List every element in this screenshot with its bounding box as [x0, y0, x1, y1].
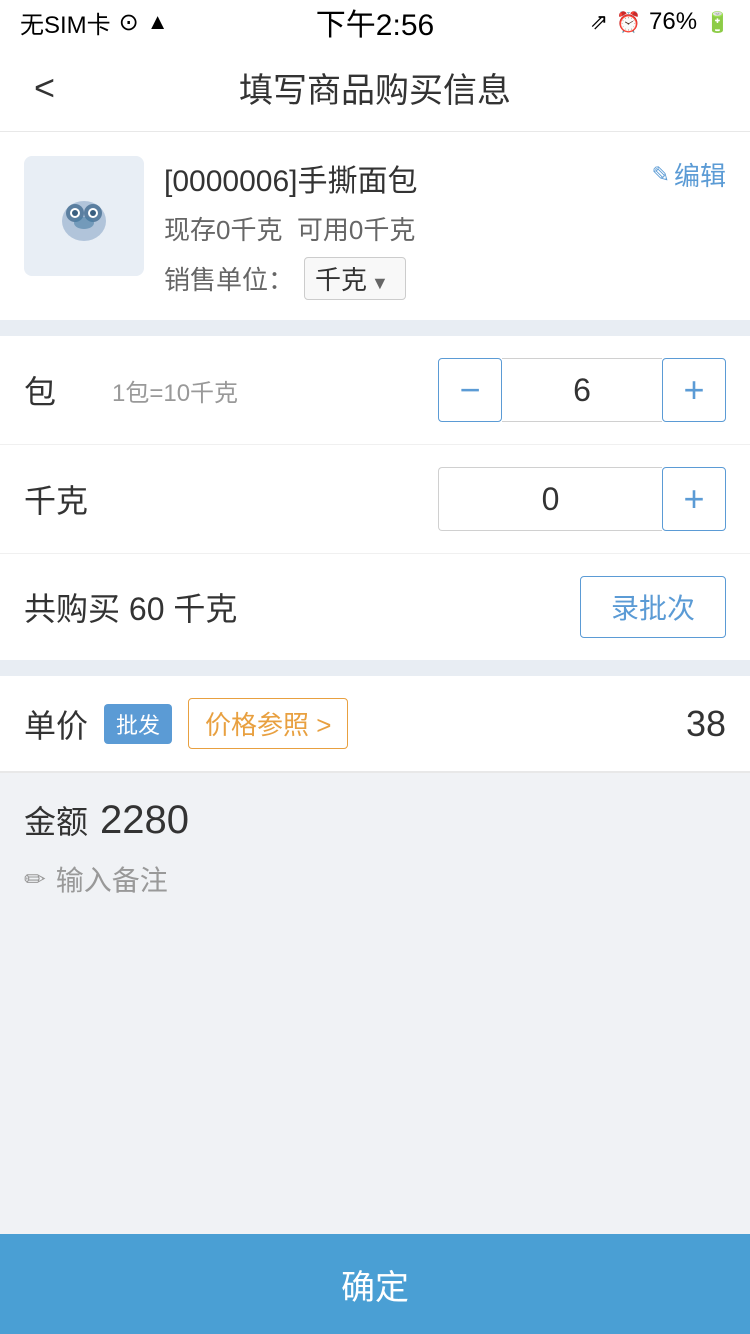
section-divider-1 — [0, 320, 750, 336]
wifi-signal: ▲ — [147, 9, 169, 35]
confirm-button[interactable]: 确定 — [0, 1234, 750, 1334]
price-value: 38 — [686, 703, 726, 745]
price-section: 单价 批发 价格参照 > 38 — [0, 676, 750, 771]
price-ref-button[interactable]: 价格参照 > — [188, 698, 348, 749]
package-row: 包 1包=10千克 − + — [0, 336, 750, 445]
package-plus-button[interactable]: + — [662, 358, 726, 422]
kilogram-row: 千克 + — [0, 445, 750, 554]
kilogram-quantity-control: + — [438, 467, 726, 531]
batch-button[interactable]: 录批次 — [580, 576, 726, 638]
package-section: 包 1包=10千克 − + 千克 + — [0, 336, 750, 554]
kilogram-label: 千克 — [24, 476, 104, 522]
package-hint: 1包=10千克 — [112, 373, 438, 408]
empty-space — [0, 915, 750, 1215]
edit-label: 编辑 — [674, 156, 726, 193]
product-logo-icon — [49, 181, 119, 251]
amount-row: 金额 2280 — [24, 797, 726, 843]
product-info: [0000006]手撕面包 现存0千克 可用0千克 销售单位： 千克 — [164, 156, 726, 300]
remark-row[interactable]: ✏ 输入备注 — [24, 859, 726, 915]
unit-label: 销售单位： — [164, 260, 294, 297]
remark-label: 输入备注 — [56, 859, 168, 899]
carrier-text: 无SIM卡 — [20, 5, 111, 40]
section-divider-2 — [0, 660, 750, 676]
package-minus-button[interactable]: − — [438, 358, 502, 422]
status-left: 无SIM卡 ⊙ ▲ — [20, 5, 169, 40]
nav-title: 填写商品购买信息 — [239, 63, 511, 112]
confirm-button-text: 确定 — [341, 1260, 409, 1309]
product-image — [24, 156, 144, 276]
amount-value: 2280 — [100, 798, 189, 843]
product-stock: 现存0千克 可用0千克 — [164, 210, 726, 247]
product-code-name: [0000006]手撕面包 — [164, 156, 726, 200]
nav-bar: < 填写商品购买信息 — [0, 44, 750, 132]
status-right: ⇗ ⏰ 76% 🔋 — [590, 8, 730, 36]
total-text: 共购买 60 千克 — [24, 584, 237, 630]
package-quantity-control: − + — [438, 358, 726, 422]
location-icon: ⇗ — [590, 9, 608, 35]
total-row: 共购买 60 千克 录批次 — [0, 554, 750, 660]
status-time: 下午2:56 — [316, 0, 434, 44]
battery-text: 76% — [649, 8, 697, 36]
product-section: [0000006]手撕面包 现存0千克 可用0千克 销售单位： 千克 ✎ 编辑 — [0, 132, 750, 320]
wifi-icon: ⊙ — [119, 8, 139, 37]
edit-button[interactable]: ✎ 编辑 — [652, 156, 726, 193]
price-label: 单价 — [24, 701, 88, 747]
alarm-icon: ⏰ — [616, 10, 641, 35]
back-button[interactable]: < — [24, 57, 65, 119]
package-quantity-input[interactable] — [502, 358, 662, 422]
battery-icon: 🔋 — [705, 10, 730, 35]
pencil-icon: ✏ — [24, 864, 46, 895]
status-bar: 无SIM卡 ⊙ ▲ 下午2:56 ⇗ ⏰ 76% 🔋 — [0, 0, 750, 44]
product-unit-row: 销售单位： 千克 — [164, 257, 726, 300]
package-label: 包 — [24, 367, 104, 413]
kilogram-quantity-input[interactable] — [438, 467, 662, 531]
unit-dropdown[interactable]: 千克 — [304, 257, 406, 300]
price-tag: 批发 — [104, 704, 172, 744]
kilogram-plus-button[interactable]: + — [662, 467, 726, 531]
edit-icon: ✎ — [652, 162, 670, 188]
amount-section: 金额 2280 ✏ 输入备注 — [0, 773, 750, 915]
amount-label: 金额 — [24, 797, 88, 843]
